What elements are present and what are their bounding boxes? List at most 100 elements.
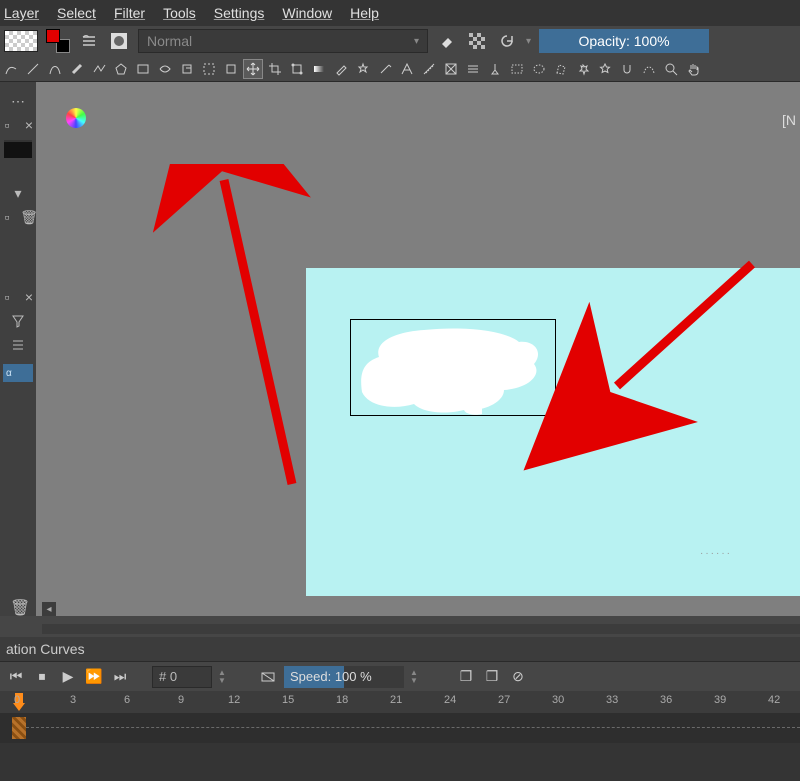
animation-toolbar: ⏮ ⏹ ▶ ⏩ ⏭ # 0 ▲▼ Speed: 100 % ▲▼ ❐ ❐ ⊘ <box>0 661 800 691</box>
onion-skin-icon[interactable]: ❐ <box>456 667 476 687</box>
tool-polyline[interactable] <box>90 60 108 78</box>
layer-item-alpha[interactable]: α <box>3 364 33 382</box>
menu-select[interactable]: Select <box>57 5 96 21</box>
opacity-slider[interactable]: Opacity: 100% <box>539 29 709 53</box>
fast-forward-button[interactable]: ⏩ <box>84 667 104 687</box>
speed-spinner[interactable]: ▲▼ <box>410 666 424 688</box>
tool-line[interactable] <box>24 60 42 78</box>
frame-value: 0 <box>170 669 177 684</box>
onion-skin-disable-icon[interactable]: ⊘ <box>508 667 528 687</box>
tick-18: 18 <box>336 694 348 706</box>
tool-bezier-select[interactable] <box>640 60 658 78</box>
tool-move[interactable] <box>244 60 262 78</box>
layer-alpha-label: α <box>6 368 12 379</box>
dock-handle-icon[interactable]: ⋯ <box>9 92 27 110</box>
reload-chevron-icon[interactable]: ▾ <box>526 36 531 47</box>
tool-freehand[interactable] <box>2 60 20 78</box>
tool-pan[interactable] <box>684 60 702 78</box>
onion-skin-settings-icon[interactable]: ❐ <box>482 667 502 687</box>
tool-magnetic-select[interactable] <box>618 60 636 78</box>
skip-back-button[interactable]: ⏮ <box>6 667 26 687</box>
tick-9: 9 <box>178 694 184 706</box>
tool-reference[interactable] <box>442 60 460 78</box>
keyframe-span[interactable] <box>12 717 26 739</box>
tool-rect-select[interactable] <box>508 60 526 78</box>
palette-swatch[interactable] <box>4 140 32 158</box>
timeline[interactable]: 0 3 6 9 12 15 18 21 24 27 30 33 36 39 42 <box>0 691 800 781</box>
brush-settings-icon[interactable] <box>78 30 100 52</box>
tool-pin[interactable] <box>486 60 504 78</box>
timeline-ruler[interactable]: 0 3 6 9 12 15 18 21 24 27 30 33 36 39 42 <box>0 691 800 713</box>
tool-picker[interactable] <box>332 60 350 78</box>
scroll-left-icon[interactable]: ◂ <box>42 602 56 616</box>
tick-6: 6 <box>124 694 130 706</box>
tool-poly-select[interactable] <box>552 60 570 78</box>
tool-dyna[interactable] <box>156 60 174 78</box>
tick-36: 36 <box>660 694 672 706</box>
trash-icon[interactable]: 🗑 <box>10 598 30 618</box>
menu-layer[interactable]: Layer <box>4 5 39 21</box>
tool-deform[interactable] <box>464 60 482 78</box>
tick-42: 42 <box>768 694 780 706</box>
left-dock: ⋯ ▫ × ▾ ▫ 🗑 ▫ × α <box>0 82 36 616</box>
reload-brush-icon[interactable] <box>496 30 518 52</box>
menu-bar: Layer Select Filter Tools Settings Windo… <box>0 0 800 26</box>
dock-float2-icon[interactable]: ▫ <box>0 288 16 306</box>
canvas[interactable] <box>306 268 800 596</box>
stop-button[interactable]: ⏹ <box>32 667 52 687</box>
eraser-toggle-icon[interactable] <box>436 30 458 52</box>
brush-preset-icon[interactable] <box>108 30 130 52</box>
tick-27: 27 <box>498 694 510 706</box>
play-button[interactable]: ▶ <box>58 667 78 687</box>
speed-slider[interactable]: Speed: 100 % <box>284 666 404 688</box>
tool-similar-select[interactable] <box>574 60 592 78</box>
tool-crop[interactable] <box>266 60 284 78</box>
tool-rectangle[interactable] <box>134 60 152 78</box>
filter-icon[interactable] <box>9 312 27 330</box>
resize-grip-icon[interactable]: ······ <box>700 548 730 554</box>
blend-mode-value: Normal <box>147 33 192 49</box>
tool-row <box>0 56 800 82</box>
tool-gradient[interactable] <box>310 60 328 78</box>
dock-float-icon[interactable]: ▫ <box>0 116 16 134</box>
tool-ellipse-select[interactable] <box>530 60 548 78</box>
speed-value: 100 % <box>335 669 372 684</box>
menu-help[interactable]: Help <box>350 5 379 21</box>
list-icon[interactable] <box>9 336 27 354</box>
tool-assistant[interactable] <box>398 60 416 78</box>
alpha-lock-icon[interactable] <box>466 30 488 52</box>
tool-bezier[interactable] <box>46 60 64 78</box>
menu-window[interactable]: Window <box>282 5 332 21</box>
menu-settings[interactable]: Settings <box>214 5 265 21</box>
menu-filter[interactable]: Filter <box>114 5 145 21</box>
scroll-track[interactable] <box>42 624 800 634</box>
animation-curves-panel-title[interactable]: ation Curves <box>0 637 800 661</box>
fg-color-icon <box>46 29 60 43</box>
frame-hash-label: # <box>159 669 166 684</box>
timeline-track[interactable] <box>0 713 800 743</box>
blend-mode-dropdown[interactable]: Normal ▾ <box>138 29 428 53</box>
tool-text[interactable] <box>222 60 240 78</box>
add-layer-icon[interactable]: ▫ <box>0 208 16 226</box>
color-swatch[interactable] <box>46 29 70 53</box>
tool-calligraphy[interactable] <box>68 60 86 78</box>
tool-measure[interactable] <box>420 60 438 78</box>
tool-polygon[interactable] <box>112 60 130 78</box>
horizontal-scrollbar[interactable]: ◂ <box>42 602 800 616</box>
tool-transform[interactable] <box>288 60 306 78</box>
menu-tools[interactable]: Tools <box>163 5 196 21</box>
frame-number-input[interactable]: # 0 <box>152 666 212 688</box>
skip-forward-button[interactable]: ⏭ <box>110 667 130 687</box>
frame-spinner[interactable]: ▲▼ <box>218 666 232 688</box>
tick-0: 0 <box>14 694 20 706</box>
canvas-viewport[interactable]: [N ◂ <box>36 82 800 616</box>
tool-contiguous-select[interactable] <box>596 60 614 78</box>
tool-zoom[interactable] <box>662 60 680 78</box>
pattern-swatch[interactable] <box>4 30 38 52</box>
tool-multi[interactable] <box>178 60 196 78</box>
tool-fill[interactable] <box>376 60 394 78</box>
drop-frames-icon[interactable] <box>258 667 278 687</box>
tool-smart-patch[interactable] <box>354 60 372 78</box>
tool-edit-shapes[interactable] <box>200 60 218 78</box>
dock-collapse-icon[interactable]: ▾ <box>9 184 27 202</box>
